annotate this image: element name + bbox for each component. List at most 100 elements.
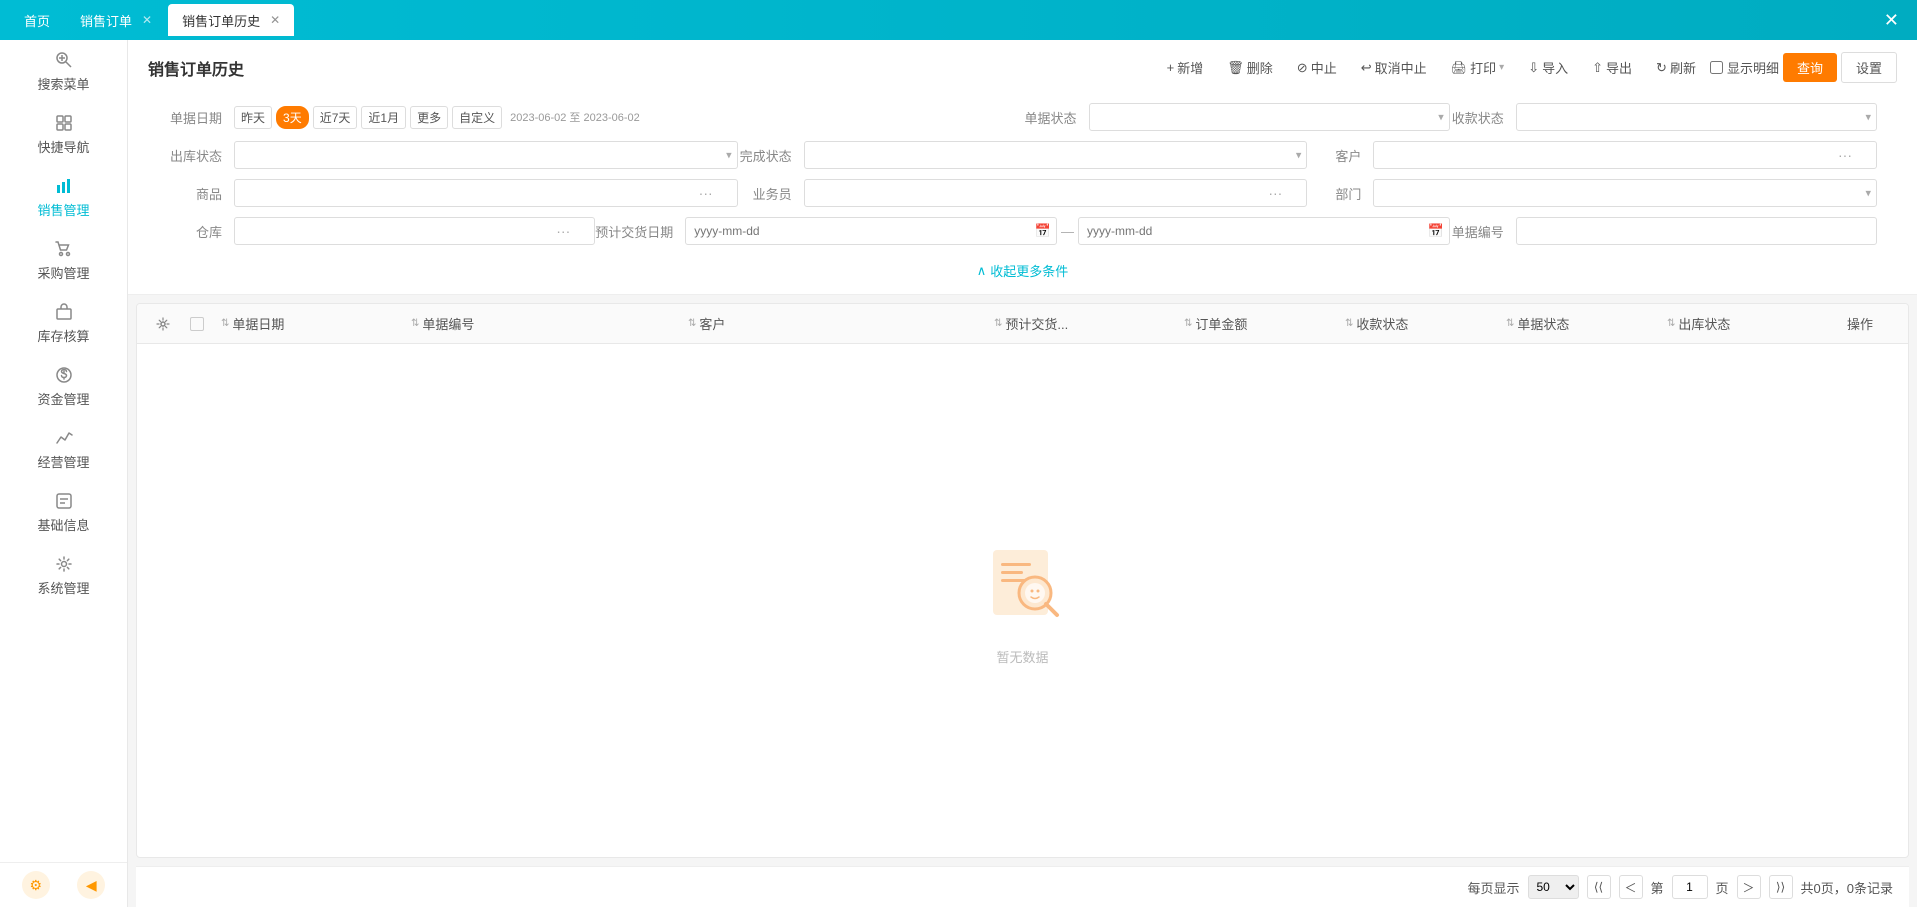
page-number-input[interactable] [1672,875,1708,899]
date-btn-today[interactable]: 昨天 [234,106,272,129]
sidebar-item-system[interactable]: 系统管理 [0,544,127,607]
th-date-label: 单据日期 [232,314,284,333]
th-order-status[interactable]: ⇅ 单据状态 [1498,314,1659,333]
stop-button[interactable]: ⊘ 中止 [1287,53,1347,82]
sidebar-collapse-btn[interactable]: ◀ [77,871,105,899]
cancel-stop-button[interactable]: ↩ 取消中止 [1351,53,1437,82]
page-last-btn[interactable]: ⟩⟩ [1769,875,1793,899]
finance-icon [54,365,74,385]
window-close-button[interactable]: ✕ [1876,10,1907,31]
tab-sales-order-history-label: 销售订单历史 [182,11,260,30]
new-icon: + [1167,60,1175,75]
th-action-label: 操作 [1847,314,1873,333]
sort-order-status-icon: ⇅ [1506,318,1514,329]
page-size-select[interactable]: 50 10 20 100 [1528,875,1579,899]
delete-button[interactable]: 🗑 删除 [1217,53,1283,82]
sidebar-item-inventory[interactable]: 库存核算 [0,292,127,355]
sidebar-item-quick-nav[interactable]: 快捷导航 [0,103,127,166]
th-delivery[interactable]: ⇅ 预计交货... [986,314,1176,333]
sidebar-item-search-menu[interactable]: 搜索菜单 [0,40,127,103]
table-body-empty: 暂无数据 [137,344,1908,857]
page-prev-btn[interactable]: ＜ [1619,875,1643,899]
sidebar-item-operations[interactable]: 经营管理 [0,418,127,481]
order-status-select-wrapper [1089,103,1450,131]
refresh-label: 刷新 [1670,58,1696,77]
customer-input[interactable]: ··· [1373,141,1877,169]
sidebar-item-sales-mgmt[interactable]: 销售管理 [0,166,127,229]
th-amount[interactable]: ⇅ 订单金额 [1176,314,1337,333]
query-button[interactable]: 查询 [1783,53,1837,82]
date-btn-1month[interactable]: 近1月 [361,106,406,129]
filter-salesperson: 业务员 ··· [738,179,1308,207]
tab-sales-order-history[interactable]: 销售订单历史 ✕ [168,4,294,36]
order-status-label: 单据状态 [1023,108,1083,127]
date-btn-custom[interactable]: 自定义 [452,106,502,129]
empty-text: 暂无数据 [996,647,1048,666]
order-no-input[interactable] [1516,217,1877,245]
th-checkbox[interactable] [181,317,213,331]
th-customer[interactable]: ⇅ 客户 [680,314,986,333]
tab-sales-order[interactable]: 销售订单 ✕ [66,4,166,36]
page-title: 销售订单历史 [148,56,244,80]
goods-input[interactable]: ··· [234,179,738,207]
operations-icon [54,428,74,448]
quick-nav-icon [54,113,74,133]
top-bar: 首页 销售订单 ✕ 销售订单历史 ✕ ✕ [0,0,1917,40]
sidebar-item-quick-nav-label: 快捷导航 [37,137,89,156]
import-button[interactable]: ⇩ 导入 [1518,53,1578,82]
delivery-date-end-input[interactable] [1078,217,1450,245]
sidebar-item-basic-info-label: 基础信息 [37,515,89,534]
sidebar-item-basic-info[interactable]: 基础信息 [0,481,127,544]
export-button[interactable]: ⇧ 导出 [1582,53,1642,82]
date-range-text: 2023-06-02 至 2023-06-02 [510,109,640,125]
date-btn-more[interactable]: 更多 [410,106,448,129]
stop-icon: ⊘ [1297,60,1308,76]
show-detail-checkbox-wrapper[interactable]: 显示明细 [1710,58,1779,77]
tab-sales-order-close[interactable]: ✕ [142,13,152,27]
refresh-button[interactable]: ↻ 刷新 [1646,53,1706,82]
collapse-more-btn[interactable]: ∧ 收起更多条件 [168,255,1877,284]
filter-area: 单据日期 昨天 3天 近7天 近1月 更多 自定义 2023-06-02 至 2… [148,93,1897,294]
th-date[interactable]: ⇅ 单据日期 [213,314,403,333]
basic-info-icon [54,491,74,511]
settings-button[interactable]: 设置 [1841,52,1897,83]
dept-select[interactable] [1373,179,1877,207]
sidebar-item-search-menu-label: 搜索菜单 [37,74,89,93]
warehouse-input[interactable]: ··· [234,217,595,245]
dept-select-wrapper [1373,179,1877,207]
filter-row-4: 仓库 ··· 预计交货日期 📅 — [168,217,1877,245]
print-icon: 🖨 [1451,60,1468,76]
date-btn-7days[interactable]: 近7天 [313,106,358,129]
show-detail-label: 显示明细 [1727,58,1779,77]
page-first-btn[interactable]: ⟨⟨ [1587,875,1611,899]
date-btn-3days[interactable]: 3天 [276,106,309,129]
filter-out-status: 出库状态 [168,141,738,169]
total-text: 共0页，0条记录 [1801,878,1893,897]
show-detail-checkbox[interactable] [1710,61,1723,74]
th-recv-status[interactable]: ⇅ 收款状态 [1337,314,1498,333]
page-next-btn[interactable]: ＞ [1737,875,1761,899]
sidebar-item-purchase-mgmt[interactable]: 采购管理 [0,229,127,292]
tab-sales-order-history-close[interactable]: ✕ [270,13,280,27]
complete-status-select-wrapper [804,141,1308,169]
recv-status-select[interactable] [1516,103,1877,131]
th-sn[interactable]: ⇅ 单据编号 [403,314,680,333]
table-header: ⇅ 单据日期 ⇅ 单据编号 ⇅ 客户 ⇅ 预计交货... ⇅ 订单金额 [137,304,1908,344]
salesperson-input[interactable]: ··· [804,179,1308,207]
sidebar-item-finance[interactable]: 资金管理 [0,355,127,418]
out-status-select[interactable] [234,141,738,169]
complete-status-select[interactable] [804,141,1308,169]
sidebar-item-purchase-mgmt-label: 采购管理 [37,263,89,282]
th-out-status[interactable]: ⇅ 出库状态 [1659,314,1820,333]
date-filter-control: 昨天 3天 近7天 近1月 更多 自定义 2023-06-02 至 2023-0… [234,106,1023,129]
order-status-select[interactable] [1089,103,1450,131]
sidebar-settings-btn[interactable]: ⚙ [22,871,50,899]
print-button[interactable]: 🖨 打印 ▾ [1441,53,1515,82]
new-button[interactable]: + 新增 [1157,53,1214,82]
refresh-icon: ↻ [1656,60,1667,76]
th-recv-status-label: 收款状态 [1356,314,1408,333]
delivery-date-start-input[interactable] [685,217,1057,245]
tab-home[interactable]: 首页 [10,4,64,36]
header-checkbox[interactable] [190,317,204,331]
th-settings[interactable] [145,317,181,331]
